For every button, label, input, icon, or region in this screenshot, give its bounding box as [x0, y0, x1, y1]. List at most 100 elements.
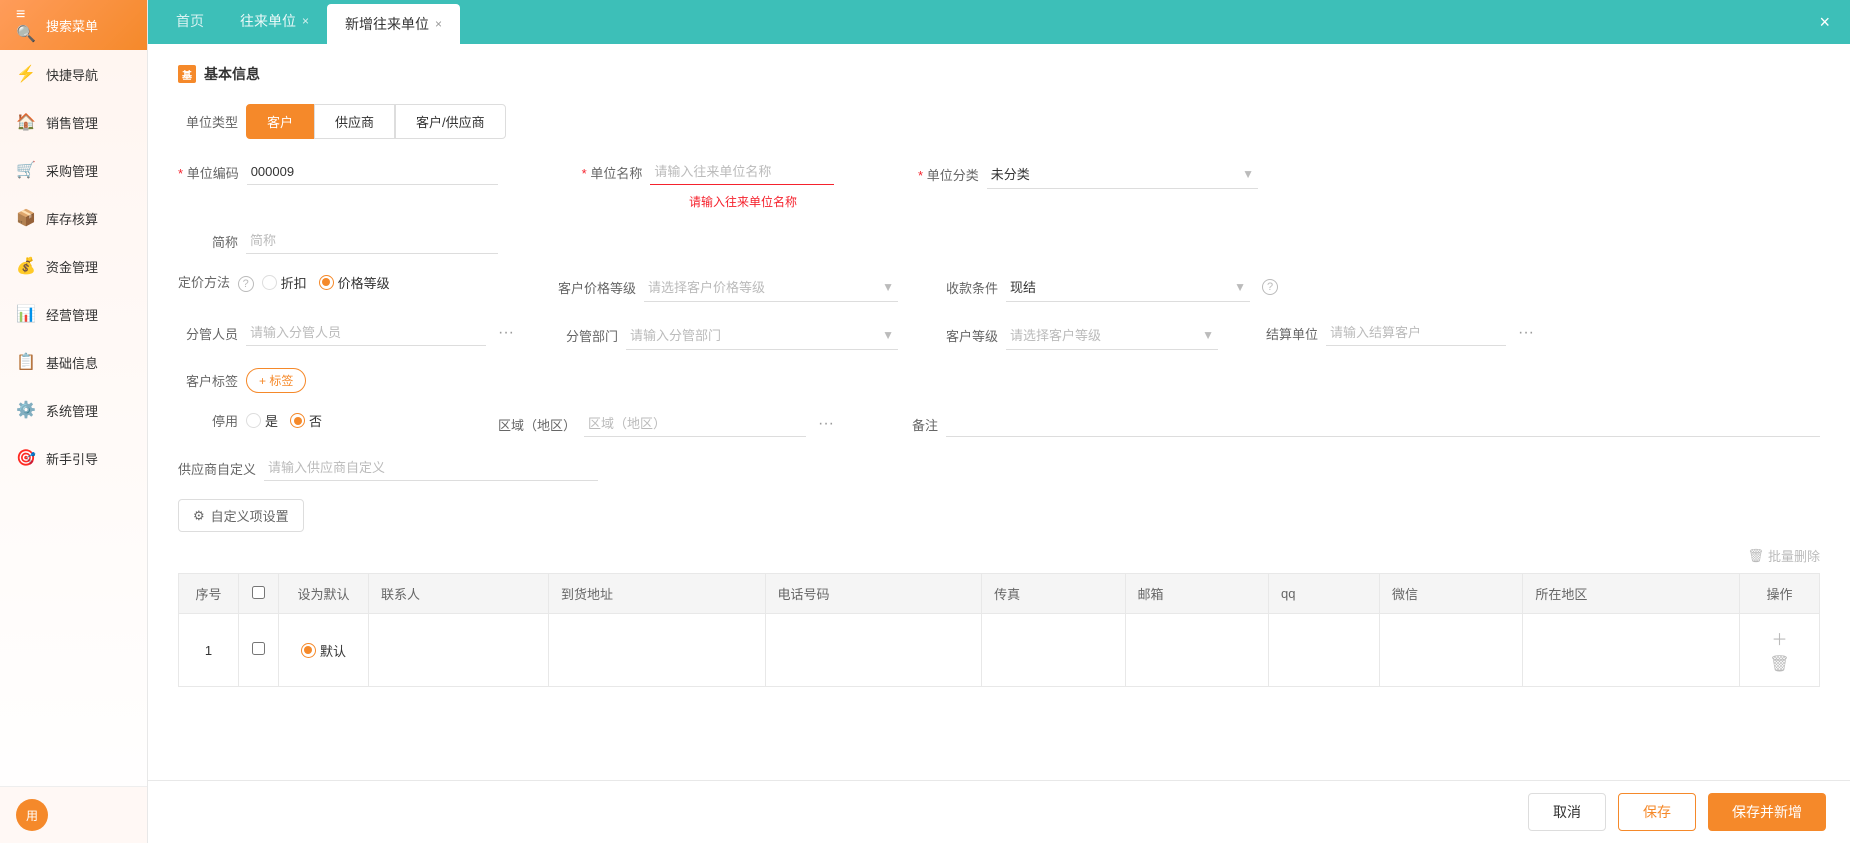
sidebar-item-sales[interactable]: 🏠 销售管理	[0, 98, 147, 146]
unit-btn-customer[interactable]: 客户	[246, 104, 314, 139]
region-input[interactable]	[584, 411, 806, 437]
sidebar-item-finance[interactable]: 💰 资金管理	[0, 242, 147, 290]
dept-select[interactable]: 请输入分管部门 ▼	[626, 320, 898, 350]
unit-type-row: 单位类型 客户 供应商 客户/供应商	[178, 104, 1820, 139]
tab-new-partner-close[interactable]: ×	[435, 17, 442, 31]
sidebar-item-inventory[interactable]: 📦 库存核算	[0, 194, 147, 242]
pricing-method-field: 定价方法 ? 折扣 价格等级	[178, 272, 518, 292]
disabled-yes[interactable]: 是	[246, 411, 278, 430]
supplier-custom-input[interactable]	[264, 455, 598, 481]
region-label: 区域（地区）	[498, 415, 576, 434]
gear-icon: ⚙	[193, 508, 205, 524]
th-phone: 电话号码	[765, 574, 982, 614]
newbie-icon: 🎯	[16, 448, 36, 468]
unit-code-input[interactable]	[247, 159, 498, 185]
region-field: 区域（地区） ···	[498, 411, 838, 437]
unit-category-select[interactable]: 未分类 ▼	[987, 159, 1258, 189]
sales-icon: 🏠	[16, 112, 36, 132]
save-new-button[interactable]: 保存并新增	[1708, 793, 1826, 831]
settlement-field: 结算单位 ···	[1258, 320, 1538, 346]
disabled-no-radio[interactable]	[290, 413, 305, 428]
disabled-no[interactable]: 否	[290, 411, 322, 430]
sidebar-item-quicknav[interactable]: ⚡ 快捷导航	[0, 50, 147, 98]
pricing-price-level-radio[interactable]	[319, 275, 334, 290]
table-row: 1 默认	[179, 614, 1820, 687]
sidebar-item-search[interactable]: ≡🔍 搜索菜单	[0, 0, 147, 50]
main-area: 首页 往来单位 × 新增往来单位 × × 基 基本信息 单位类型 客户 供应商 …	[148, 0, 1850, 843]
customer-level-label: 客户等级	[938, 326, 998, 345]
pricing-help-icon[interactable]: ?	[238, 276, 254, 292]
remarks-input[interactable]	[946, 411, 1820, 437]
unit-btn-supplier[interactable]: 供应商	[314, 104, 395, 139]
customer-price-level-field: 客户价格等级 请选择客户价格等级 ▼	[558, 272, 898, 302]
settlement-input[interactable]	[1326, 320, 1506, 346]
row-delete-button[interactable]: 🗑	[1765, 652, 1793, 676]
dept-field: 分管部门 请输入分管部门 ▼	[558, 320, 898, 350]
settlement-label: 结算单位	[1258, 324, 1318, 343]
sidebar-item-base[interactable]: 📋 基础信息	[0, 338, 147, 386]
payment-terms-select[interactable]: 现结 ▼	[1006, 272, 1250, 302]
tab-bar: 首页 往来单位 × 新增往来单位 × ×	[148, 0, 1850, 44]
trash-icon: 🗑	[1747, 548, 1764, 564]
select-all-checkbox[interactable]	[252, 586, 265, 599]
add-tag-button[interactable]: + 标签	[246, 368, 306, 393]
th-qq: qq	[1268, 574, 1379, 614]
table-header-row: 序号 设为默认 联系人 到货地址 电话号码 传真 邮箱 qq 微信 所在地区 操…	[179, 574, 1820, 614]
row-checkbox-input[interactable]	[252, 642, 265, 655]
pricing-discount[interactable]: 折扣	[262, 273, 307, 292]
sidebar-item-system[interactable]: ⚙️ 系统管理	[0, 386, 147, 434]
customer-level-select[interactable]: 请选择客户等级 ▼	[1006, 320, 1218, 350]
tab-partners-close[interactable]: ×	[302, 14, 309, 28]
pricing-discount-radio[interactable]	[262, 275, 277, 290]
manager-input[interactable]	[246, 320, 486, 346]
row-contact	[369, 614, 549, 687]
required-star2: *	[582, 166, 587, 181]
purchase-icon: 🛒	[16, 160, 36, 180]
save-button[interactable]: 保存	[1618, 793, 1696, 831]
section-title: 基本信息	[204, 64, 260, 84]
chevron-down-icon5: ▼	[1202, 328, 1214, 342]
sidebar-system-label: 系统管理	[46, 401, 98, 420]
sidebar-item-operations[interactable]: 📊 经营管理	[0, 290, 147, 338]
tab-home[interactable]: 首页	[158, 0, 222, 44]
unit-btn-both[interactable]: 客户/供应商	[395, 104, 506, 139]
settlement-more-btn[interactable]: ···	[1514, 324, 1538, 342]
disabled-yes-radio[interactable]	[246, 413, 261, 428]
tab-new-partner[interactable]: 新增往来单位 ×	[327, 4, 460, 44]
sidebar-item-newbie[interactable]: 🎯 新手引导	[0, 434, 147, 482]
section-icon: 基	[178, 65, 196, 83]
customer-price-level-select[interactable]: 请选择客户价格等级 ▼	[644, 272, 898, 302]
default-radio[interactable]	[301, 643, 316, 658]
manager-row: 分管人员 ··· 分管部门 请输入分管部门 ▼ 客户等级 请选择客户等级 ▼ 结…	[178, 320, 1820, 350]
remarks-field: 备注	[878, 411, 1820, 437]
chevron-down-icon: ▼	[1242, 167, 1254, 181]
payment-help-icon[interactable]: ?	[1262, 279, 1278, 295]
unit-name-input[interactable]	[650, 159, 834, 185]
tab-partners[interactable]: 往来单位 ×	[222, 0, 327, 44]
th-region: 所在地区	[1523, 574, 1740, 614]
th-email: 邮箱	[1125, 574, 1268, 614]
default-radio-item[interactable]: 默认	[291, 641, 356, 660]
sidebar-purchase-label: 采购管理	[46, 161, 98, 180]
manager-more-btn[interactable]: ···	[494, 324, 518, 342]
quicknav-icon: ⚡	[16, 64, 36, 84]
abbr-input[interactable]	[246, 228, 498, 254]
tab-new-partner-label: 新增往来单位	[345, 14, 429, 34]
supplier-custom-field: 供应商自定义	[178, 455, 598, 481]
sidebar-item-purchase[interactable]: 🛒 采购管理	[0, 146, 147, 194]
payment-terms-field: 收款条件 现结 ▼ ?	[938, 272, 1278, 302]
pricing-price-level[interactable]: 价格等级	[319, 273, 390, 292]
sidebar-quicknav-label: 快捷导航	[46, 65, 98, 84]
dept-label: 分管部门	[558, 326, 618, 345]
finance-icon: 💰	[16, 256, 36, 276]
row-add-button[interactable]: ＋	[1767, 624, 1791, 652]
row-no: 1	[179, 614, 239, 687]
row-fax	[982, 614, 1125, 687]
tab-bar-close-all[interactable]: ×	[1809, 0, 1840, 44]
custom-settings-button[interactable]: ⚙ 自定义项设置	[178, 499, 304, 532]
abbr-row: 简称	[178, 228, 1820, 254]
cancel-button[interactable]: 取消	[1528, 793, 1606, 831]
region-more-btn[interactable]: ···	[814, 415, 838, 433]
sidebar-sales-label: 销售管理	[46, 113, 98, 132]
section-header: 基 基本信息	[178, 64, 1820, 84]
